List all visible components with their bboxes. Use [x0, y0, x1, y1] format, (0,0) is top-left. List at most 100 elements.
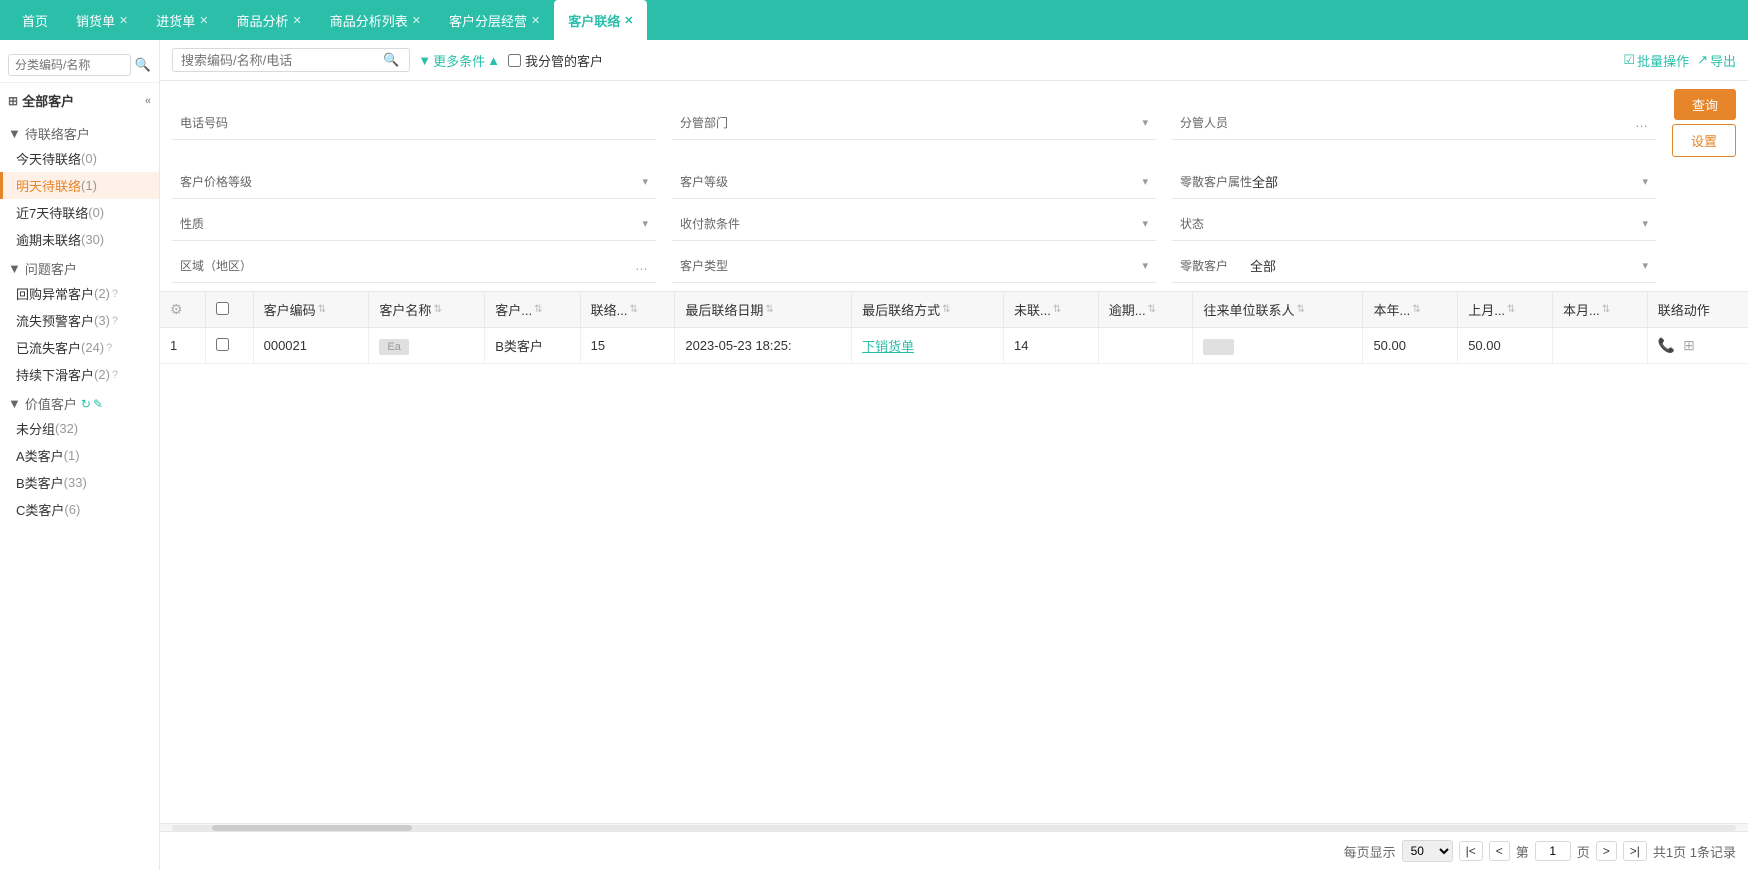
- search-button[interactable]: 🔍: [381, 52, 401, 68]
- sidebar-item-ungrouped[interactable]: 未分组 (32): [0, 415, 159, 442]
- last-page-button[interactable]: >|: [1623, 841, 1647, 861]
- value-section-title[interactable]: ▼ 价值客户 ↻ ✎: [0, 388, 159, 415]
- th-contact-person[interactable]: 往来单位联系人 ⇅: [1193, 292, 1363, 328]
- settings-icon[interactable]: ⚙: [170, 301, 183, 317]
- sort-code[interactable]: 客户编码 ⇅: [264, 300, 359, 319]
- problem-section-title[interactable]: ▼ 问题客户: [0, 253, 159, 280]
- th-code[interactable]: 客户编码 ⇅: [253, 292, 369, 328]
- nature-arrow[interactable]: ▾: [642, 217, 648, 230]
- horizontal-scrollbar[interactable]: [160, 823, 1748, 831]
- th-last-method[interactable]: 最后联络方式 ⇅: [852, 292, 1004, 328]
- th-last-month[interactable]: 上月... ⇅: [1458, 292, 1553, 328]
- query-button[interactable]: 查询: [1674, 89, 1736, 120]
- th-this-year[interactable]: 本年... ⇅: [1363, 292, 1458, 328]
- nav-item-customer-contact[interactable]: 客户联络 ✕: [554, 0, 647, 40]
- status-arrow[interactable]: ▾: [1642, 217, 1648, 230]
- per-page-select[interactable]: 50 100 200: [1402, 840, 1453, 862]
- customer-type-select[interactable]: ▾: [750, 259, 1148, 272]
- payment-arrow[interactable]: ▾: [1142, 217, 1148, 230]
- sidebar-search-input[interactable]: [8, 54, 131, 76]
- sidebar-item-a-class[interactable]: A类客户 (1): [0, 442, 159, 469]
- last-method-link[interactable]: 下销货单: [862, 339, 914, 354]
- my-customers-checkbox[interactable]: [508, 54, 521, 67]
- nav-item-sales[interactable]: 销货单 ✕: [62, 0, 142, 40]
- price-tier-arrow[interactable]: ▾: [642, 175, 648, 188]
- my-customers-checkbox-wrap[interactable]: 我分管的客户: [508, 51, 603, 70]
- sort-type[interactable]: 客户... ⇅: [495, 300, 569, 319]
- nav-item-home[interactable]: 首页: [8, 0, 62, 40]
- help-icon-abnormal[interactable]: ?: [112, 288, 118, 300]
- nav-close-sales[interactable]: ✕: [119, 14, 128, 27]
- sidebar-item-churned[interactable]: 已流失客户 (24) ?: [0, 334, 159, 361]
- retail-attr-arrow[interactable]: ▾: [1642, 175, 1648, 188]
- customer-tier-select[interactable]: ▾: [750, 175, 1148, 188]
- page-input[interactable]: [1535, 841, 1571, 861]
- sidebar-item-declining[interactable]: 持续下滑客户 (2) ?: [0, 361, 159, 388]
- sort-last-date[interactable]: 最后联络日期 ⇅: [685, 300, 841, 319]
- next-page-button[interactable]: >: [1596, 841, 1617, 861]
- nature-select[interactable]: ▾: [250, 217, 648, 230]
- phone-input[interactable]: [250, 115, 648, 130]
- batch-operations-button[interactable]: ☑ 批量操作: [1623, 51, 1689, 70]
- sidebar-item-abnormal[interactable]: 回购异常客户 (2) ?: [0, 280, 159, 307]
- sidebar-item-today-contact[interactable]: 今天待联络 (0): [0, 145, 159, 172]
- sort-contact-count[interactable]: 联络... ⇅: [591, 300, 665, 319]
- prev-page-button[interactable]: <: [1489, 841, 1510, 861]
- nav-close-purchase[interactable]: ✕: [199, 14, 208, 27]
- help-icon-declining[interactable]: ?: [112, 369, 118, 381]
- sort-this-month[interactable]: 本月... ⇅: [1563, 300, 1637, 319]
- th-last-date[interactable]: 最后联络日期 ⇅: [675, 292, 852, 328]
- sidebar-item-c-class[interactable]: C类客户 (6): [0, 496, 159, 523]
- help-icon-churn-warning[interactable]: ?: [112, 315, 118, 327]
- nav-item-customer-tier[interactable]: 客户分层经营 ✕: [435, 0, 554, 40]
- nav-close-analysis-list[interactable]: ✕: [412, 14, 421, 27]
- sidebar-item-tomorrow-contact[interactable]: 明天待联络 (1): [0, 172, 159, 199]
- nav-item-purchase[interactable]: 进货单 ✕: [142, 0, 222, 40]
- customer-tier-arrow[interactable]: ▾: [1142, 175, 1148, 188]
- nav-close-customer-tier[interactable]: ✕: [531, 14, 540, 27]
- scrollbar-thumb[interactable]: [212, 825, 412, 831]
- edit-icon[interactable]: ✎: [93, 397, 103, 411]
- export-button[interactable]: ↗ 导出: [1697, 51, 1736, 70]
- payment-select[interactable]: ▾: [750, 217, 1148, 230]
- nav-item-analysis[interactable]: 商品分析 ✕: [222, 0, 315, 40]
- more-conditions-button[interactable]: ▼ 更多条件 ▲: [418, 51, 500, 70]
- set-button[interactable]: 设置: [1672, 124, 1736, 157]
- sort-last-method[interactable]: 最后联络方式 ⇅: [862, 300, 993, 319]
- search-input[interactable]: [181, 53, 381, 68]
- status-select[interactable]: ▾: [1250, 217, 1648, 230]
- department-select[interactable]: ▾: [750, 116, 1148, 129]
- row-checkbox[interactable]: [216, 338, 229, 351]
- all-customers-title[interactable]: ⊞ 全部客户 «: [8, 87, 151, 114]
- help-icon-churned[interactable]: ?: [106, 342, 112, 354]
- th-type[interactable]: 客户... ⇅: [485, 292, 580, 328]
- action-phone-icon[interactable]: 📞: [1658, 337, 1675, 354]
- manager-select[interactable]: …: [1250, 115, 1648, 130]
- sort-last-month[interactable]: 上月... ⇅: [1468, 300, 1542, 319]
- customer-type-arrow[interactable]: ▾: [1142, 259, 1148, 272]
- price-tier-select[interactable]: ▾: [252, 175, 648, 188]
- retail-attr-select[interactable]: 全部 ▾: [1252, 172, 1648, 191]
- refresh-icon[interactable]: ↻: [81, 397, 91, 411]
- pending-section-title[interactable]: ▼ 待联络客户: [0, 118, 159, 145]
- sort-name[interactable]: 客户名称 ⇅: [379, 300, 474, 319]
- sidebar-item-week-contact[interactable]: 近7天待联络 (0): [0, 199, 159, 226]
- nav-close-customer-contact[interactable]: ✕: [624, 14, 633, 27]
- first-page-button[interactable]: |<: [1459, 841, 1483, 861]
- th-this-month[interactable]: 本月... ⇅: [1552, 292, 1647, 328]
- manager-dots[interactable]: …: [1635, 115, 1648, 130]
- th-uncontacted[interactable]: 未联... ⇅: [1003, 292, 1098, 328]
- collapse-icon[interactable]: «: [145, 95, 151, 107]
- select-all-checkbox[interactable]: [216, 302, 229, 315]
- sidebar-item-overdue-contact[interactable]: 逾期未联络 (30): [0, 226, 159, 253]
- retail-customer-arrow[interactable]: ▾: [1642, 259, 1648, 272]
- sort-this-year[interactable]: 本年... ⇅: [1373, 300, 1447, 319]
- sort-uncontacted[interactable]: 未联... ⇅: [1014, 300, 1088, 319]
- sort-contact-person[interactable]: 往来单位联系人 ⇅: [1203, 300, 1352, 319]
- th-overdue[interactable]: 逾期... ⇅: [1098, 292, 1193, 328]
- sidebar-search-icon[interactable]: 🔍: [135, 57, 151, 73]
- th-contact-count[interactable]: 联络... ⇅: [580, 292, 675, 328]
- region-select[interactable]: …: [252, 258, 648, 273]
- nav-item-analysis-list[interactable]: 商品分析列表 ✕: [316, 0, 435, 40]
- region-dots[interactable]: …: [635, 258, 648, 273]
